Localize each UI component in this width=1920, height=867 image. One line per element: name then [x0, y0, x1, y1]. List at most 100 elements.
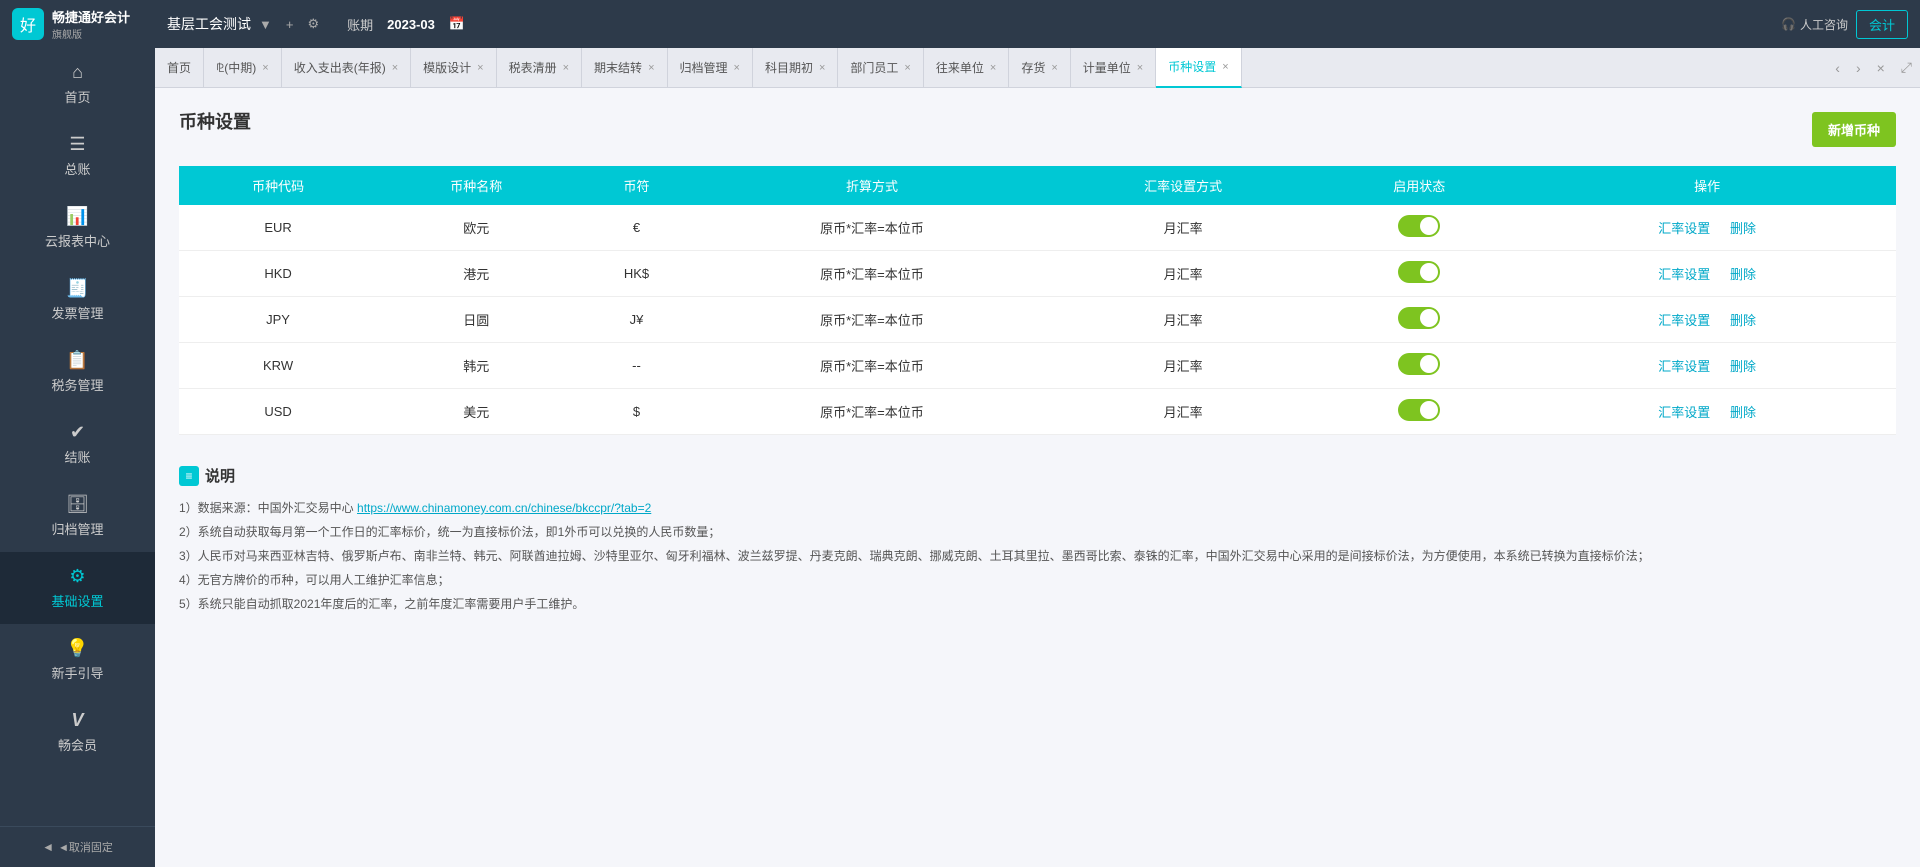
- cell-name: 日圆: [377, 297, 575, 343]
- note-item: 5）系统只能自动抓取2021年度后的汇率，之前年度汇率需要用户手工维护。: [179, 592, 1896, 616]
- notes-content: 1）数据来源：中国外汇交易中心 https://www.chinamoney.c…: [179, 496, 1896, 616]
- cell-actions: 汇率设置 删除: [1518, 297, 1896, 343]
- tab-close-partner[interactable]: ×: [990, 62, 996, 74]
- invoice-icon: 🧾: [66, 278, 88, 299]
- table-row: USD 美元 $ 原币*汇率=本位币 月汇率 汇率设置 删除: [179, 389, 1896, 435]
- headset-icon: 🎧: [1781, 17, 1796, 31]
- tab-maximize-button[interactable]: ⤢: [1893, 59, 1920, 76]
- sidebar-item-report[interactable]: 📊 云报表中心: [0, 192, 155, 264]
- sidebar-item-basic[interactable]: ⚙ 基础设置: [0, 552, 155, 624]
- note-item: 1）数据来源：中国外汇交易中心 https://www.chinamoney.c…: [179, 496, 1896, 520]
- rate-setting-link[interactable]: 汇率设置: [1658, 221, 1710, 236]
- cell-conversion: 原币*汇率=本位币: [698, 389, 1047, 435]
- sidebar-item-invoice[interactable]: 🧾 发票管理: [0, 264, 155, 336]
- chinamoney-link[interactable]: https://www.chinamoney.com.cn/chinese/bk…: [357, 501, 651, 515]
- delete-link[interactable]: 删除: [1730, 221, 1756, 236]
- home-icon: ⌂: [72, 62, 83, 83]
- sidebar-item-guide[interactable]: 💡 新手引导: [0, 624, 155, 696]
- toggle-track: [1398, 353, 1440, 375]
- new-currency-button[interactable]: 新增币种: [1812, 112, 1896, 147]
- sidebar-item-home[interactable]: ⌂ 首页: [0, 48, 155, 120]
- add-project-icon[interactable]: +: [286, 17, 294, 32]
- toggle-status[interactable]: [1398, 261, 1440, 283]
- tab-close-balance[interactable]: ×: [262, 62, 268, 74]
- cell-code: HKD: [179, 251, 377, 297]
- col-name: 币种名称: [377, 166, 575, 205]
- tab-close-subject[interactable]: ×: [819, 62, 825, 74]
- cell-conversion: 原币*汇率=本位币: [698, 297, 1047, 343]
- cell-actions: 汇率设置 删除: [1518, 205, 1896, 251]
- basic-icon: ⚙: [69, 566, 85, 587]
- delete-link[interactable]: 删除: [1730, 359, 1756, 374]
- cell-actions: 汇率设置 删除: [1518, 343, 1896, 389]
- tab-balance[interactable]: ⅊(中期) ×: [204, 48, 282, 88]
- table-row: JPY 日圆 J¥ 原币*汇率=本位币 月汇率 汇率设置 删除: [179, 297, 1896, 343]
- tab-close-tax[interactable]: ×: [563, 62, 569, 74]
- toggle-status[interactable]: [1398, 215, 1440, 237]
- toggle-thumb: [1420, 309, 1438, 327]
- toggle-status[interactable]: [1398, 353, 1440, 375]
- rate-setting-link[interactable]: 汇率设置: [1658, 313, 1710, 328]
- toggle-thumb: [1420, 401, 1438, 419]
- table-row: EUR 欧元 € 原币*汇率=本位币 月汇率 汇率设置 删除: [179, 205, 1896, 251]
- settings-icon[interactable]: ⚙: [307, 16, 319, 32]
- delete-link[interactable]: 删除: [1730, 267, 1756, 282]
- tab-template[interactable]: 模版设计 ×: [411, 48, 496, 88]
- cell-status: [1320, 389, 1518, 435]
- sidebar-item-tax[interactable]: 📋 税务管理: [0, 336, 155, 408]
- logo-text: 畅捷通好会计 旗舰版: [52, 7, 130, 41]
- note-item: 4）无官方牌价的币种，可以用人工维护汇率信息；: [179, 568, 1896, 592]
- tab-close-unit[interactable]: ×: [1137, 62, 1143, 74]
- tab-prev-button[interactable]: ‹: [1827, 60, 1848, 76]
- sidebar-collapse-button[interactable]: ◄ ◄取消固定: [0, 826, 155, 867]
- tab-unit[interactable]: 计量单位 ×: [1071, 48, 1156, 88]
- tab-close-template[interactable]: ×: [477, 62, 483, 74]
- cell-symbol: --: [575, 343, 697, 389]
- tab-inventory[interactable]: 存货 ×: [1009, 48, 1070, 88]
- sidebar-item-ledger[interactable]: ☰ 总账: [0, 120, 155, 192]
- tab-close-income[interactable]: ×: [392, 62, 398, 74]
- cell-conversion: 原币*汇率=本位币: [698, 343, 1047, 389]
- dropdown-icon[interactable]: ▼: [259, 17, 272, 32]
- tab-close-period-end[interactable]: ×: [648, 62, 654, 74]
- toggle-status[interactable]: [1398, 307, 1440, 329]
- notes-section: ≡ 说明 1）数据来源：中国外汇交易中心 https://www.chinamo…: [179, 465, 1896, 616]
- toggle-status[interactable]: [1398, 399, 1440, 421]
- rate-setting-link[interactable]: 汇率设置: [1658, 359, 1710, 374]
- sidebar-item-member[interactable]: V 畅会员: [0, 696, 155, 768]
- col-status: 启用状态: [1320, 166, 1518, 205]
- tab-currency[interactable]: 币种设置 ×: [1156, 48, 1241, 88]
- currency-table: 币种代码 币种名称 币符 折算方式 汇率设置方式 启用状态 操作 EUR 欧元 …: [179, 166, 1896, 435]
- tab-partner[interactable]: 往来单位 ×: [924, 48, 1009, 88]
- tab-tax[interactable]: 税表清册 ×: [497, 48, 582, 88]
- tab-close-department[interactable]: ×: [904, 62, 910, 74]
- cell-rate-type: 月汇率: [1046, 297, 1320, 343]
- rate-setting-link[interactable]: 汇率设置: [1658, 267, 1710, 282]
- tab-close-all-button[interactable]: ×: [1869, 60, 1893, 76]
- tab-period-end[interactable]: 期末结转 ×: [582, 48, 667, 88]
- tab-department[interactable]: 部门员工 ×: [838, 48, 923, 88]
- checkout-icon: ✔: [70, 422, 85, 443]
- tab-subject[interactable]: 科目期初 ×: [753, 48, 838, 88]
- tab-archive[interactable]: 归档管理 ×: [668, 48, 753, 88]
- col-symbol: 币符: [575, 166, 697, 205]
- sidebar-item-archive[interactable]: 🗄 归档管理: [0, 480, 155, 552]
- tab-close-currency[interactable]: ×: [1222, 61, 1228, 73]
- tab-income[interactable]: 收入支出表(年报) ×: [282, 48, 411, 88]
- cell-symbol: J¥: [575, 297, 697, 343]
- calendar-icon[interactable]: 📅: [449, 16, 465, 32]
- sidebar-bottom: ◄ ◄取消固定: [0, 826, 155, 867]
- cell-code: KRW: [179, 343, 377, 389]
- tab-close-archive[interactable]: ×: [734, 62, 740, 74]
- sidebar-item-checkout[interactable]: ✔ 结账: [0, 408, 155, 480]
- tab-next-button[interactable]: ›: [1848, 60, 1869, 76]
- account-button[interactable]: 会计: [1856, 10, 1908, 39]
- support-button[interactable]: 🎧 人工咨询: [1781, 16, 1848, 33]
- delete-link[interactable]: 删除: [1730, 313, 1756, 328]
- tab-home[interactable]: 首页: [155, 48, 204, 88]
- tab-close-inventory[interactable]: ×: [1051, 62, 1057, 74]
- ledger-icon: ☰: [69, 134, 85, 155]
- delete-link[interactable]: 删除: [1730, 405, 1756, 420]
- rate-setting-link[interactable]: 汇率设置: [1658, 405, 1710, 420]
- sidebar: ⌂ 首页 ☰ 总账 📊 云报表中心 🧾 发票管理 📋 税务管理 ✔ 结账: [0, 48, 155, 867]
